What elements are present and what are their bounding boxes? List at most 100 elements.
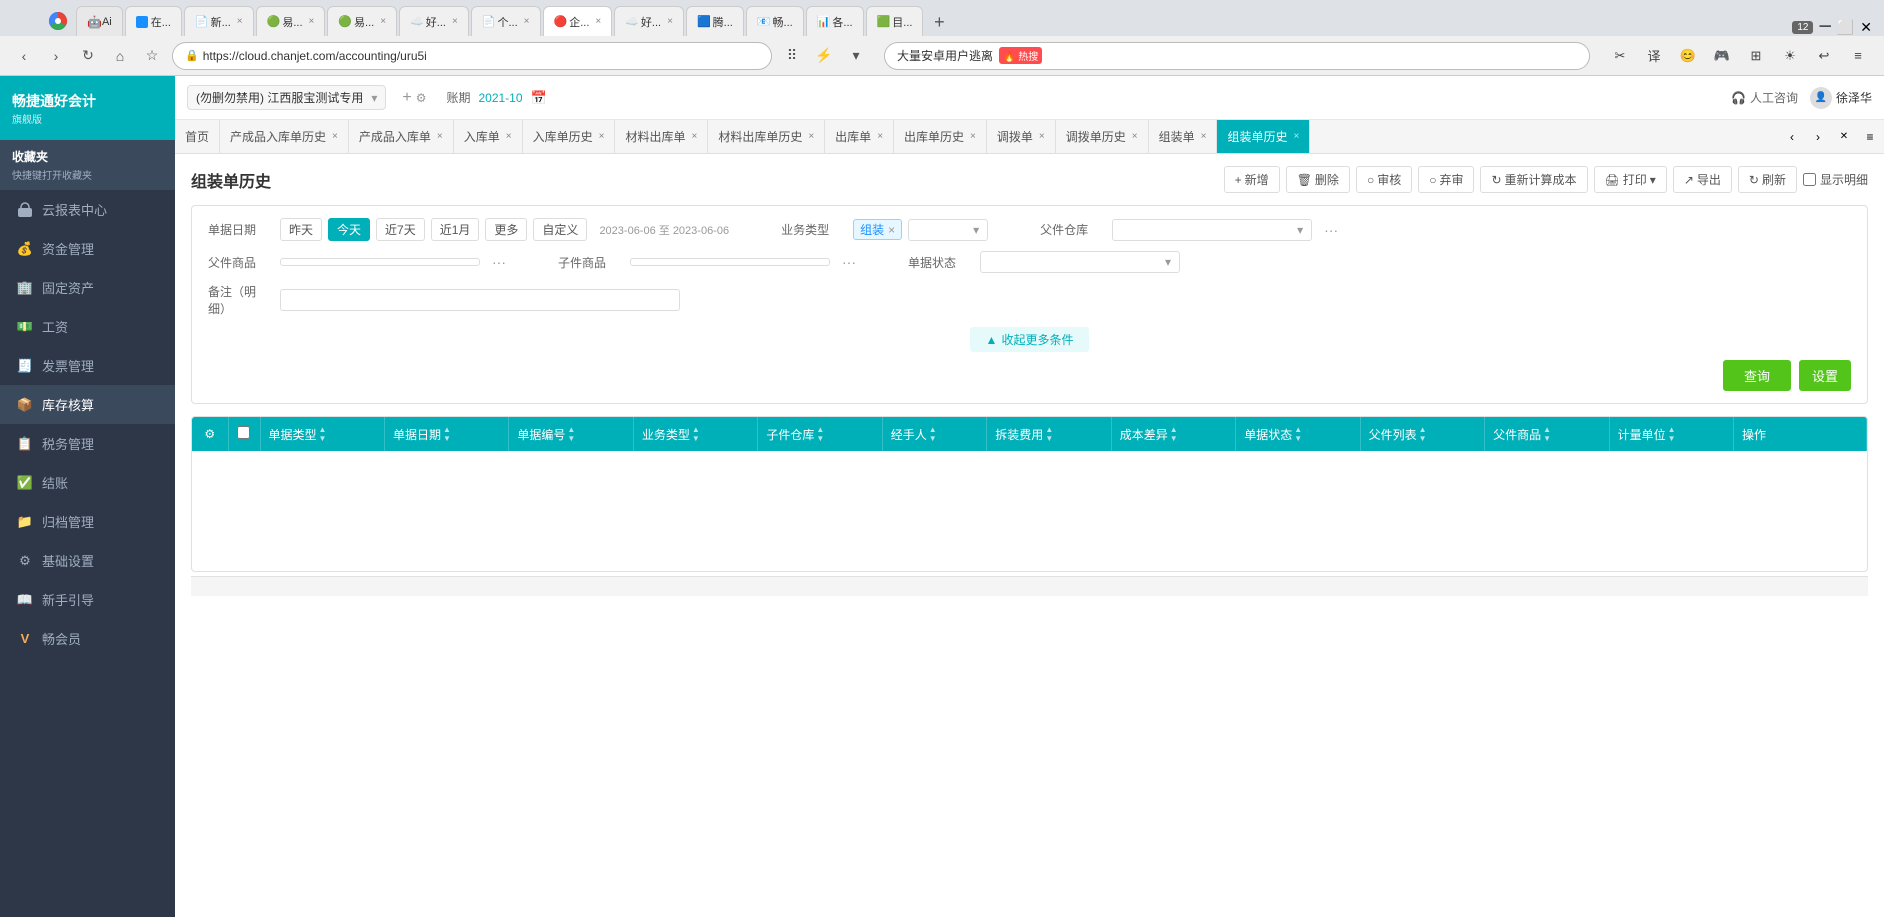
select-all-checkbox[interactable]: [237, 426, 250, 439]
game-icon[interactable]: 🎮: [1708, 42, 1736, 70]
print-button[interactable]: 🖨 打印 ▾: [1594, 166, 1667, 193]
date-btn-today[interactable]: 今天: [328, 218, 370, 241]
close-window-icon[interactable]: ✕: [1860, 19, 1872, 36]
th-unit[interactable]: 计量单位 ▲▼: [1609, 417, 1733, 451]
nav-tab-assembly[interactable]: 组装单 ×: [1149, 120, 1218, 154]
tag-remove-icon[interactable]: ×: [888, 223, 895, 237]
parent-warehouse-more-icon[interactable]: ···: [1324, 222, 1338, 238]
export-button[interactable]: ↗ 导出: [1673, 166, 1732, 193]
company-select[interactable]: (勿删勿禁用) 江西服宝测试专用 ▾: [187, 85, 386, 110]
nav-tab-home[interactable]: 首页: [175, 120, 220, 154]
tab-close-7[interactable]: ×: [595, 16, 601, 27]
sidebar-item-member[interactable]: V 畅会员: [0, 619, 175, 658]
notes-input[interactable]: [280, 289, 680, 311]
parent-warehouse-select[interactable]: ▾: [1112, 219, 1312, 241]
browser-tab-5[interactable]: ☁️ 好... ×: [399, 6, 469, 36]
service-button[interactable]: 🎧 人工咨询: [1731, 89, 1798, 106]
new-tab-button[interactable]: +: [925, 8, 953, 36]
nav-tab-outbound-history[interactable]: 出库单历史 ×: [894, 120, 987, 154]
sidebar-item-inventory[interactable]: 📦 库存核算: [0, 385, 175, 424]
nav-tab-transfer-close[interactable]: ×: [1039, 131, 1045, 142]
nav-tab-material-out[interactable]: 材料出库单 ×: [615, 120, 708, 154]
bookmark-button[interactable]: ☆: [140, 44, 164, 68]
sidebar-item-archive[interactable]: 📁 归档管理: [0, 502, 175, 541]
nav-tab-assembly-history-close[interactable]: ×: [1293, 131, 1299, 142]
nav-tab-production-in-history-close[interactable]: ×: [332, 131, 338, 142]
th-cost-diff[interactable]: 成本差异 ▲▼: [1111, 417, 1235, 451]
tab-nav-close-current[interactable]: ✕: [1832, 125, 1856, 149]
th-bill-type[interactable]: 单据类型 ▲▼: [260, 417, 384, 451]
parent-product-input[interactable]: [280, 258, 480, 266]
nav-tab-transfer[interactable]: 调拨单 ×: [987, 120, 1056, 154]
th-checkbox[interactable]: [228, 417, 260, 451]
add-button-header[interactable]: +: [402, 89, 411, 107]
tab-nav-more[interactable]: ≡: [1858, 125, 1882, 149]
emoji-icon[interactable]: 😊: [1674, 42, 1702, 70]
nav-tab-inbound-history[interactable]: 入库单历史 ×: [523, 120, 616, 154]
tab-nav-left-arrow[interactable]: ‹: [1780, 125, 1804, 149]
qr-icon[interactable]: ⠿: [780, 44, 804, 68]
nav-tab-outbound[interactable]: 出库单 ×: [825, 120, 894, 154]
period-value[interactable]: 2021-10: [478, 91, 522, 105]
apps-icon[interactable]: ⊞: [1742, 42, 1770, 70]
scissors-icon[interactable]: ✂: [1606, 42, 1634, 70]
tab-close-2[interactable]: ×: [237, 16, 243, 27]
th-bill-status[interactable]: 单据状态 ▲▼: [1236, 417, 1360, 451]
nav-tab-production-in[interactable]: 产成品入库单 ×: [349, 120, 454, 154]
nav-tab-material-out-close[interactable]: ×: [691, 131, 697, 142]
maximize-icon[interactable]: ⬜: [1837, 19, 1854, 36]
menu-icon[interactable]: ≡: [1844, 42, 1872, 70]
show-detail-input[interactable]: [1803, 173, 1816, 186]
sidebar-item-capital[interactable]: 💰 资金管理: [0, 229, 175, 268]
tab-nav-right-arrow[interactable]: ›: [1806, 125, 1830, 149]
lightning-icon[interactable]: ⚡: [812, 44, 836, 68]
sidebar-item-settlement[interactable]: ✅ 结账: [0, 463, 175, 502]
date-btn-more[interactable]: 更多: [485, 218, 527, 241]
browser-tab-4[interactable]: 🟢 易... ×: [327, 6, 397, 36]
nav-tab-assembly-close[interactable]: ×: [1201, 131, 1207, 142]
forward-button[interactable]: ›: [44, 44, 68, 68]
undo-icon[interactable]: ↩: [1810, 42, 1838, 70]
url-input[interactable]: 🔒 https://cloud.chanjet.com/accounting/u…: [172, 42, 772, 70]
browser-tab-7[interactable]: 🔴 企... ×: [543, 6, 613, 36]
user-info[interactable]: 👤 徐泽华: [1810, 87, 1872, 109]
th-parent-list[interactable]: 父件列表 ▲▼: [1360, 417, 1484, 451]
settings-header-icon[interactable]: ⚙: [416, 91, 427, 105]
sidebar-item-guide[interactable]: 📖 新手引导: [0, 580, 175, 619]
back-button[interactable]: ‹: [12, 44, 36, 68]
child-product-input[interactable]: [630, 258, 830, 266]
th-child-warehouse[interactable]: 子件仓库 ▲▼: [758, 417, 882, 451]
browser-tab-3[interactable]: 🟢 易... ×: [256, 6, 326, 36]
nav-tab-production-in-history[interactable]: 产成品入库单历史 ×: [220, 120, 349, 154]
th-bill-date[interactable]: 单据日期 ▲▼: [384, 417, 508, 451]
browser-tab-8[interactable]: ☁️ 好... ×: [614, 6, 684, 36]
nav-tab-production-in-close[interactable]: ×: [437, 131, 443, 142]
search-box[interactable]: 大量安卓用户逃离 🔥 热搜: [884, 42, 1590, 70]
nav-tab-material-out-history-close[interactable]: ×: [808, 131, 814, 142]
tab-close-8[interactable]: ×: [667, 16, 673, 27]
browser-tab-1[interactable]: 在...: [125, 6, 182, 36]
sidebar-item-cloud-reports[interactable]: 云报表中心: [0, 190, 175, 229]
show-detail-checkbox[interactable]: 显示明细: [1803, 171, 1868, 188]
abandon-button[interactable]: ○ 弃审: [1418, 166, 1474, 193]
th-parent-product[interactable]: 父件商品 ▲▼: [1485, 417, 1609, 451]
browser-tab-ai[interactable]: 🤖 Ai: [76, 6, 123, 36]
recalculate-button[interactable]: ↻ 重新计算成本: [1480, 166, 1587, 193]
browser-tab-6[interactable]: 📄 个... ×: [471, 6, 541, 36]
translate-icon[interactable]: 译: [1640, 42, 1668, 70]
nav-tab-assembly-history[interactable]: 组装单历史 ×: [1217, 120, 1310, 154]
tab-close-3[interactable]: ×: [309, 16, 315, 27]
settings-query-button[interactable]: 设置: [1799, 360, 1851, 391]
nav-tab-transfer-history-close[interactable]: ×: [1132, 131, 1138, 142]
browser-tab-11[interactable]: 📊 各...: [806, 6, 864, 36]
sun-icon[interactable]: ☀: [1776, 42, 1804, 70]
th-bill-no[interactable]: 单据编号 ▲▼: [509, 417, 633, 451]
collapse-button[interactable]: ▲ 收起更多条件: [970, 327, 1090, 352]
dropdown-icon[interactable]: ▾: [844, 44, 868, 68]
refresh-button[interactable]: ↻: [76, 44, 100, 68]
query-button[interactable]: 查询: [1723, 360, 1791, 391]
date-btn-1month[interactable]: 近1月: [431, 218, 480, 241]
sidebar-item-salary[interactable]: 💵 工资: [0, 307, 175, 346]
tab-close-4[interactable]: ×: [380, 16, 386, 27]
approve-button[interactable]: ○ 审核: [1356, 166, 1412, 193]
